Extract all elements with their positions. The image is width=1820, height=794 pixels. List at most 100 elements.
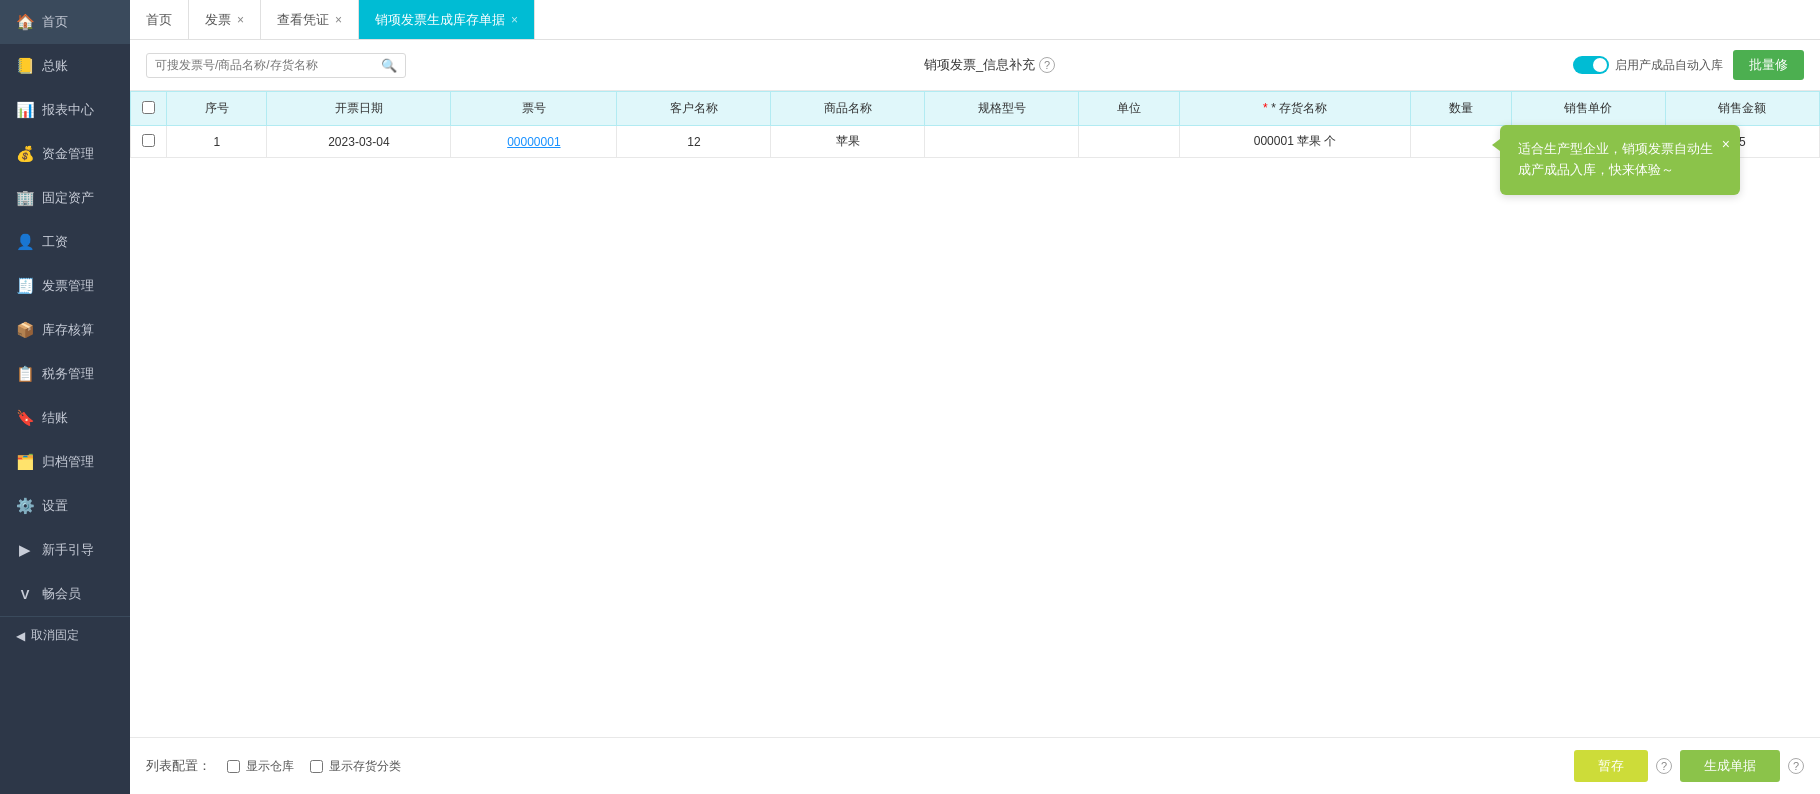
gear-icon: ⚙️ (16, 497, 34, 515)
sidebar-item-label: 资金管理 (42, 145, 94, 163)
tab-home-label: 首页 (146, 11, 172, 29)
sidebar-item-settlement[interactable]: 🔖 结账 (0, 396, 130, 440)
col-unit: 单位 (1079, 92, 1179, 126)
tab-view-voucher[interactable]: 查看凭证 × (261, 0, 359, 39)
toggle-label: 启用产成品自动入库 (1615, 57, 1723, 74)
toggle-wrapper: 启用产成品自动入库 (1573, 56, 1723, 74)
center-title: 销项发票_信息补充 (924, 56, 1035, 74)
sidebar-item-label: 畅会员 (42, 585, 81, 603)
info-icon[interactable]: ? (1039, 57, 1055, 73)
sidebar-item-fixed-assets[interactable]: 🏢 固定资产 (0, 176, 130, 220)
sidebar-item-label: 报表中心 (42, 101, 94, 119)
show-warehouse-checkbox[interactable] (227, 760, 240, 773)
tab-view-voucher-label: 查看凭证 (277, 11, 329, 29)
list-config-label: 列表配置： (146, 757, 211, 775)
col-product: 商品名称 (771, 92, 925, 126)
row-checkbox-cell (131, 126, 167, 158)
footer: 列表配置： 显示仓库 显示存货分类 暂存 ? 生成单据 ? (130, 737, 1820, 794)
row-spec (925, 126, 1079, 158)
generate-info-icon[interactable]: ? (1788, 758, 1804, 774)
select-all-checkbox[interactable] (142, 101, 155, 114)
table-header-row: 序号 开票日期 票号 客户名称 商品名称 规格型号 单位 * * 存货名称 数量… (131, 92, 1820, 126)
archive-icon: 🗂️ (16, 453, 34, 471)
settlement-icon: 🔖 (16, 409, 34, 427)
show-warehouse-label: 显示仓库 (246, 758, 294, 775)
row-customer: 12 (617, 126, 771, 158)
invoice-icon: 🧾 (16, 277, 34, 295)
play-icon: ▶ (16, 541, 34, 559)
auto-warehouse-toggle[interactable] (1573, 56, 1609, 74)
col-amount: 销售金额 (1665, 92, 1819, 126)
sidebar-item-label: 发票管理 (42, 277, 94, 295)
reports-icon: 📊 (16, 101, 34, 119)
payroll-icon: 👤 (16, 233, 34, 251)
sidebar-item-label: 归档管理 (42, 453, 94, 471)
tab-invoice-label: 发票 (205, 11, 231, 29)
sidebar-item-label: 税务管理 (42, 365, 94, 383)
save-info-icon[interactable]: ? (1656, 758, 1672, 774)
sidebar: 🏠 首页 📒 总账 📊 报表中心 💰 资金管理 🏢 固定资产 👤 工资 🧾 发票… (0, 0, 130, 794)
sidebar-item-new-guide[interactable]: ▶ 新手引导 (0, 528, 130, 572)
tab-invoice[interactable]: 发票 × (189, 0, 261, 39)
col-unit-price: 销售单价 (1511, 92, 1665, 126)
show-category-checkbox[interactable] (310, 760, 323, 773)
show-category-group: 显示存货分类 (310, 758, 401, 775)
sidebar-item-inventory[interactable]: 📦 库存核算 (0, 308, 130, 352)
sidebar-item-label: 工资 (42, 233, 68, 251)
row-ticket-no[interactable]: 00000001 (451, 126, 617, 158)
tab-cancel-invoice[interactable]: 销项发票生成库存单据 × (359, 0, 535, 39)
sidebar-item-tax-mgmt[interactable]: 📋 税务管理 (0, 352, 130, 396)
sidebar-item-fund-mgmt[interactable]: 💰 资金管理 (0, 132, 130, 176)
sidebar-item-label: 固定资产 (42, 189, 94, 207)
col-inventory: * * 存货名称 (1179, 92, 1411, 126)
sidebar-item-vip[interactable]: V 畅会员 (0, 572, 130, 616)
tab-cancel-invoice-label: 销项发票生成库存单据 (375, 11, 505, 29)
sidebar-item-general-ledger[interactable]: 📒 总账 (0, 44, 130, 88)
ledger-icon: 📒 (16, 57, 34, 75)
search-box[interactable]: 🔍 (146, 53, 406, 78)
home-icon: 🏠 (16, 13, 34, 31)
row-unit (1079, 126, 1179, 158)
col-date: 开票日期 (267, 92, 451, 126)
sidebar-item-home[interactable]: 🏠 首页 (0, 0, 130, 44)
generate-button[interactable]: 生成单据 (1680, 750, 1780, 782)
center-title-wrapper: 销项发票_信息补充 ? (416, 56, 1563, 74)
col-customer: 客户名称 (617, 92, 771, 126)
main-area: 首页 发票 × 查看凭证 × 销项发票生成库存单据 × 🔍 销项发票_信息补充 … (130, 0, 1820, 794)
tab-cancel-invoice-close[interactable]: × (511, 13, 518, 27)
content-area: 🔍 销项发票_信息补充 ? 启用产成品自动入库 批量修 × 适合生产型企业，销项… (130, 40, 1820, 794)
row-checkbox[interactable] (142, 134, 155, 147)
tab-invoice-close[interactable]: × (237, 13, 244, 27)
tooltip-popup: × 适合生产型企业，销项发票自动生成产成品入库，快来体验～ (1500, 125, 1740, 195)
sidebar-item-label: 设置 (42, 497, 68, 515)
unpin-label: 取消固定 (31, 627, 79, 644)
inventory-icon: 📦 (16, 321, 34, 339)
batch-button[interactable]: 批量修 (1733, 50, 1804, 80)
sidebar-item-label: 总账 (42, 57, 68, 75)
tax-icon: 📋 (16, 365, 34, 383)
save-button[interactable]: 暂存 (1574, 750, 1648, 782)
search-input[interactable] (155, 58, 375, 72)
sidebar-item-reports[interactable]: 📊 报表中心 (0, 88, 130, 132)
vip-icon: V (16, 587, 34, 602)
row-inventory: 000001 苹果 个 (1179, 126, 1411, 158)
sidebar-item-settings[interactable]: ⚙️ 设置 (0, 484, 130, 528)
sidebar-item-archive[interactable]: 🗂️ 归档管理 (0, 440, 130, 484)
search-icon: 🔍 (381, 58, 397, 73)
footer-actions: 暂存 ? 生成单据 ? (1574, 750, 1804, 782)
sidebar-item-label: 结账 (42, 409, 68, 427)
unpin-button[interactable]: ◀ 取消固定 (0, 616, 130, 654)
sidebar-item-label: 新手引导 (42, 541, 94, 559)
tooltip-close-button[interactable]: × (1722, 133, 1730, 155)
tab-view-voucher-close[interactable]: × (335, 13, 342, 27)
col-checkbox (131, 92, 167, 126)
sidebar-item-payroll[interactable]: 👤 工资 (0, 220, 130, 264)
sidebar-item-invoice-mgmt[interactable]: 🧾 发票管理 (0, 264, 130, 308)
col-quantity: 数量 (1411, 92, 1511, 126)
fund-icon: 💰 (16, 145, 34, 163)
tab-home[interactable]: 首页 (130, 0, 189, 39)
unpin-icon: ◀ (16, 629, 25, 643)
col-ticket-no: 票号 (451, 92, 617, 126)
row-product: 苹果 (771, 126, 925, 158)
building-icon: 🏢 (16, 189, 34, 207)
